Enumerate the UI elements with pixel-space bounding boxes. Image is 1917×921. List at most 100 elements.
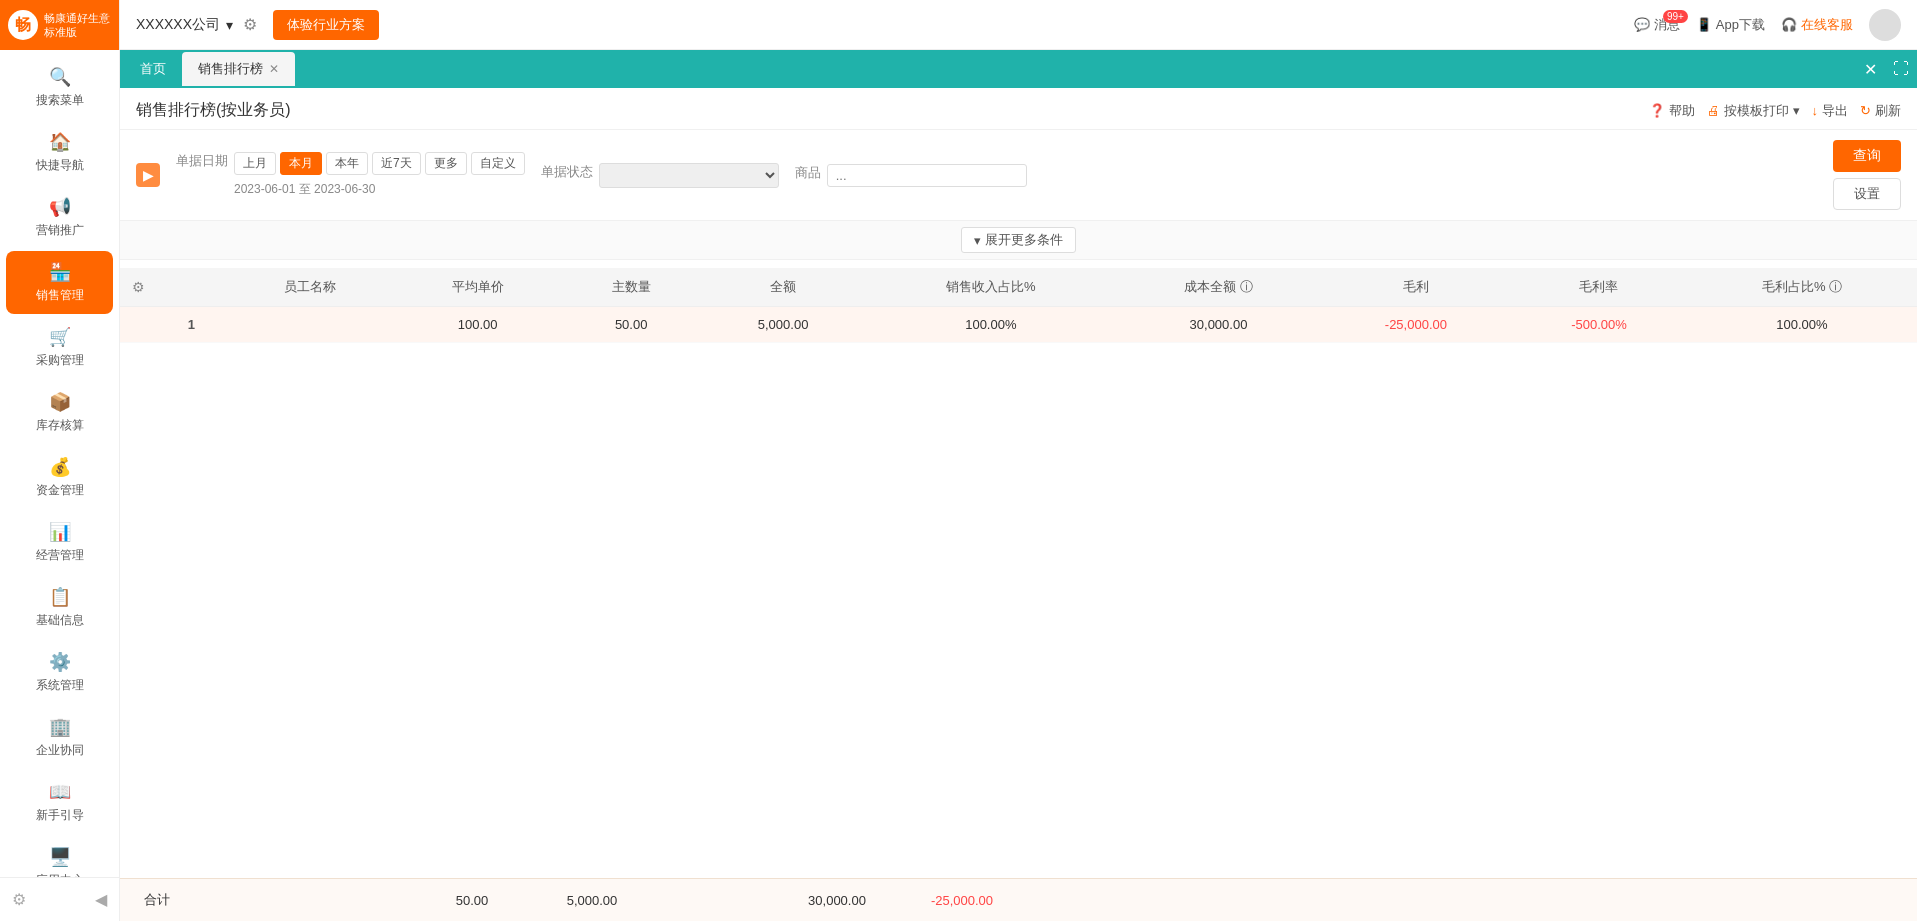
export-label: 导出 [1822, 102, 1848, 120]
export-button[interactable]: ↓ 导出 [1812, 102, 1849, 120]
col-employee-header: 员工名称 [226, 268, 394, 307]
help-icon: ❓ [1649, 103, 1665, 118]
sidebar-item-guide[interactable]: 📖 新手引导 [6, 771, 113, 834]
table-container: ⚙ 员工名称 平均单价 主数量 全额 销售收入占比% 成本全额 ⓘ 毛利 毛利率… [120, 260, 1917, 878]
sidebar-item-quick-nav[interactable]: 🏠 快捷导航 [6, 121, 113, 184]
sidebar-item-finance[interactable]: 💰 资金管理 [6, 446, 113, 509]
sidebar-label-finance: 资金管理 [36, 482, 84, 499]
enterprise-icon: 🏢 [49, 716, 71, 738]
print-label: 按模板打印 [1724, 102, 1789, 120]
export-icon: ↓ [1812, 103, 1819, 118]
sidebar-item-operations[interactable]: 📊 经营管理 [6, 511, 113, 574]
company-selector[interactable]: XXXXXX公司 ▾ [136, 16, 233, 34]
sidebar-label-enterprise: 企业协同 [36, 742, 84, 759]
tab-fullscreen-icon[interactable]: ⛶ [1889, 56, 1913, 83]
cell-profitpct-0: 100.00% [1687, 307, 1917, 343]
goods-input-wrapper [827, 164, 1027, 187]
cell-cost-0: 30,000.00 [1116, 307, 1321, 343]
message-icon: 💬 [1634, 17, 1650, 32]
page-content: 销售排行榜(按业务员) ❓ 帮助 🖨 按模板打印 ▾ ↓ 导出 [120, 88, 1917, 921]
logo-text: 畅康通好生意 标准版 [44, 11, 110, 40]
sidebar-item-sales[interactable]: 🏪 销售管理 [6, 251, 113, 314]
refresh-label: 刷新 [1875, 102, 1901, 120]
system-icon: ⚙️ [49, 651, 71, 673]
inner-page: 销售排行榜(按业务员) ❓ 帮助 🖨 按模板打印 ▾ ↓ 导出 [120, 88, 1917, 921]
cell-profitrate-0: -500.00% [1511, 307, 1687, 343]
tab-sales-ranking[interactable]: 销售排行榜 ✕ [182, 52, 295, 86]
tab-close-all-icon[interactable]: ✕ [1860, 56, 1881, 83]
sidebar-item-inventory[interactable]: 📦 库存核算 [6, 381, 113, 444]
query-button[interactable]: 查询 [1833, 140, 1901, 172]
sidebar-collapse-icon[interactable]: ◀ [91, 886, 111, 913]
col-amount-header: 全额 [701, 268, 866, 307]
filter-toggle-btn[interactable]: ▶ [136, 163, 160, 187]
sidebar-item-system[interactable]: ⚙️ 系统管理 [6, 641, 113, 704]
goods-input[interactable] [827, 164, 1027, 187]
sidebar-item-search[interactable]: 🔍 搜索菜单 [6, 56, 113, 119]
trial-button[interactable]: 体验行业方案 [273, 10, 379, 40]
sidebar-item-marketing[interactable]: 📢 营销推广 [6, 186, 113, 249]
more-btn[interactable]: 更多 [425, 152, 467, 175]
app-icon: 📱 [1696, 17, 1712, 32]
service-button[interactable]: 🎧 在线客服 [1781, 16, 1853, 34]
cell-salespct-0: 100.00% [865, 307, 1116, 343]
app-download-button[interactable]: 📱 App下载 [1696, 16, 1765, 34]
col-profit-header: 毛利 [1321, 268, 1511, 307]
topbar: XXXXXX公司 ▾ ⚙ 体验行业方案 💬 消息 99+ 📱 App下载 🎧 在… [120, 0, 1917, 50]
home-tab-label: 首页 [140, 60, 166, 78]
expand-label: 展开更多条件 [985, 231, 1063, 249]
cell-settings-0 [120, 307, 157, 343]
sidebar-footer: ⚙ ◀ [0, 877, 119, 921]
operations-icon: 📊 [49, 521, 71, 543]
marketing-icon: 📢 [49, 196, 71, 218]
ranking-table: ⚙ 员工名称 平均单价 主数量 全额 销售收入占比% 成本全额 ⓘ 毛利 毛利率… [120, 268, 1917, 343]
last7-btn[interactable]: 近7天 [372, 152, 421, 175]
app-label: App下载 [1716, 16, 1765, 34]
help-button[interactable]: ❓ 帮助 [1649, 102, 1695, 120]
sidebar-label-marketing: 营销推广 [36, 222, 84, 239]
tabbar-right: ✕ ⛶ [1860, 56, 1913, 83]
sidebar-item-enterprise[interactable]: 🏢 企业协同 [6, 706, 113, 769]
settings-button[interactable]: 设置 [1833, 178, 1901, 210]
company-dropdown-icon[interactable]: ▾ [226, 17, 233, 33]
col-cost-header: 成本全额 ⓘ [1116, 268, 1321, 307]
table-head: ⚙ 员工名称 平均单价 主数量 全额 销售收入占比% 成本全额 ⓘ 毛利 毛利率… [120, 268, 1917, 307]
column-settings-icon[interactable]: ⚙ [132, 279, 145, 295]
last-month-btn[interactable]: 上月 [234, 152, 276, 175]
footer-profit: -25,000.00 [902, 889, 1022, 912]
tab-home[interactable]: 首页 [124, 52, 182, 86]
sidebar-nav: 🔍 搜索菜单🏠 快捷导航📢 营销推广🏪 销售管理🛒 采购管理📦 库存核算💰 资金… [0, 50, 119, 877]
sidebar-settings-icon[interactable]: ⚙ [8, 886, 30, 913]
sidebar-label-operations: 经营管理 [36, 547, 84, 564]
col-profitpct-header: 毛利占比% ⓘ [1687, 268, 1917, 307]
custom-btn[interactable]: 自定义 [471, 152, 525, 175]
sidebar-logo: 畅 畅康通好生意 标准版 [0, 0, 119, 50]
date-range: 2023-06-01 至 2023-06-30 [234, 181, 375, 198]
col-avgprice-header: 平均单价 [394, 268, 562, 307]
topbar-gear-icon[interactable]: ⚙ [243, 15, 257, 34]
footer-spacer [652, 896, 772, 904]
sidebar-item-app-center[interactable]: 🖥️ 应用中心 [6, 836, 113, 877]
print-icon: 🖨 [1707, 103, 1720, 118]
sidebar-item-base-info[interactable]: 📋 基础信息 [6, 576, 113, 639]
this-month-btn[interactable]: 本月 [280, 152, 322, 175]
sidebar-label-sales: 销售管理 [36, 287, 84, 304]
expand-more-btn[interactable]: ▾ 展开更多条件 [961, 227, 1076, 253]
tab-close-icon[interactable]: ✕ [269, 62, 279, 76]
print-dropdown-icon[interactable]: ▾ [1793, 103, 1800, 118]
refresh-button[interactable]: ↻ 刷新 [1860, 102, 1901, 120]
message-button[interactable]: 💬 消息 99+ [1634, 16, 1680, 34]
status-select[interactable] [599, 163, 779, 188]
sidebar-label-search: 搜索菜单 [36, 92, 84, 109]
cell-employee-0 [226, 307, 394, 343]
sidebar-item-purchase[interactable]: 🛒 采购管理 [6, 316, 113, 379]
filter-bar: ▶ 单据日期 上月 本月 本年 近7天 更多 自定义 2023-06-01 至 … [120, 130, 1917, 221]
main-area: XXXXXX公司 ▾ ⚙ 体验行业方案 💬 消息 99+ 📱 App下载 🎧 在… [120, 0, 1917, 921]
user-avatar[interactable] [1869, 9, 1901, 41]
table-body: 1 100.00 50.00 5,000.00 100.00% 30,000.0… [120, 307, 1917, 343]
print-button[interactable]: 🖨 按模板打印 ▾ [1707, 102, 1800, 120]
sidebar-label-purchase: 采购管理 [36, 352, 84, 369]
goods-filter-group: 商品 [795, 164, 1027, 187]
this-year-btn[interactable]: 本年 [326, 152, 368, 175]
topbar-right: 💬 消息 99+ 📱 App下载 🎧 在线客服 [1634, 9, 1901, 41]
